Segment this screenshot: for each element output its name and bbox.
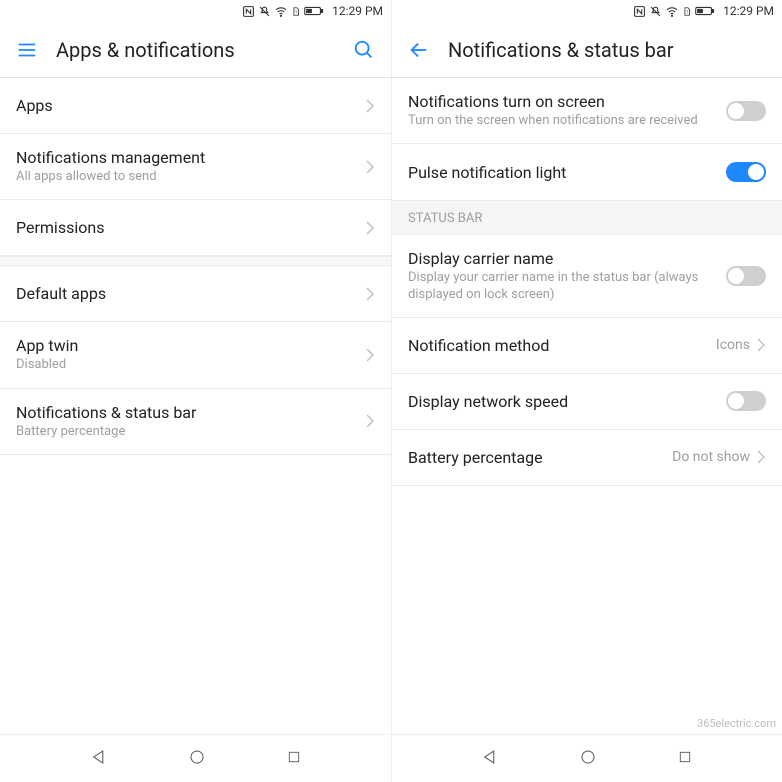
page-title: Apps & notifications [56, 38, 335, 62]
chevron-right-icon [756, 337, 766, 353]
toggle-pulse-light[interactable] [726, 162, 766, 182]
mute-icon [258, 5, 271, 18]
sim-icon: 1 [682, 5, 692, 18]
row-label: Display network speed [408, 392, 726, 411]
row-label: Notification method [408, 336, 716, 355]
mute-icon [649, 5, 662, 18]
back-button[interactable] [408, 39, 430, 61]
row-value: Icons [716, 337, 750, 353]
row-label: Battery percentage [408, 448, 672, 467]
page-title: Notifications & status bar [448, 38, 766, 62]
nav-bar [392, 734, 782, 782]
app-bar: Apps & notifications [0, 22, 391, 78]
screen-notifications-status-bar: 1 12:29 PM Notifications & status bar No… [391, 0, 782, 782]
row-label: Apps [16, 96, 365, 115]
toggle-network-speed[interactable] [726, 391, 766, 411]
row-value: Do not show [672, 449, 750, 465]
row-sublabel: Battery percentage [16, 424, 365, 440]
square-recent-icon [677, 749, 693, 765]
row-turn-on-screen[interactable]: Notifications turn on screen Turn on the… [392, 78, 782, 144]
row-sublabel: Display your carrier name in the status … [408, 270, 726, 303]
status-time: 12:29 PM [332, 4, 383, 18]
chevron-right-icon [365, 159, 375, 175]
settings-list: Notifications turn on screen Turn on the… [392, 78, 782, 734]
svg-text:1: 1 [295, 10, 297, 15]
svg-text:1: 1 [686, 10, 688, 15]
app-bar: Notifications & status bar [392, 22, 782, 78]
toggle-display-carrier[interactable] [726, 266, 766, 286]
screen-apps-notifications: 1 12:29 PM Apps & notifications Apps Not… [0, 0, 391, 782]
battery-icon [304, 5, 324, 17]
row-network-speed[interactable]: Display network speed [392, 374, 782, 430]
wifi-icon [665, 5, 679, 18]
section-divider [0, 256, 391, 266]
settings-list: Apps Notifications management All apps a… [0, 78, 391, 734]
watermark: 365electric.com [697, 717, 776, 730]
row-label: Default apps [16, 284, 365, 303]
menu-button[interactable] [16, 39, 38, 61]
chevron-right-icon [365, 413, 375, 429]
row-label: Notifications management [16, 148, 365, 167]
row-notifications-management[interactable]: Notifications management All apps allowe… [0, 134, 391, 200]
nfc-icon [242, 5, 255, 18]
row-label: Permissions [16, 218, 365, 237]
chevron-right-icon [365, 220, 375, 236]
arrow-left-icon [408, 39, 430, 61]
status-time: 12:29 PM [723, 4, 774, 18]
search-icon [353, 39, 375, 61]
chevron-right-icon [365, 98, 375, 114]
battery-icon [695, 5, 715, 17]
nav-home[interactable] [579, 748, 597, 770]
status-bar: 1 12:29 PM [0, 0, 391, 22]
chevron-right-icon [365, 286, 375, 302]
row-pulse-light[interactable]: Pulse notification light [392, 144, 782, 200]
row-label: App twin [16, 336, 365, 355]
nav-recent[interactable] [677, 749, 693, 769]
nav-recent[interactable] [286, 749, 302, 769]
triangle-back-icon [90, 748, 108, 766]
hamburger-icon [16, 39, 38, 61]
triangle-back-icon [481, 748, 499, 766]
row-display-carrier[interactable]: Display carrier name Display your carrie… [392, 235, 782, 318]
row-battery-percentage[interactable]: Battery percentage Do not show [392, 430, 782, 486]
wifi-icon [274, 5, 288, 18]
row-apps[interactable]: Apps [0, 78, 391, 134]
row-sublabel: All apps allowed to send [16, 169, 365, 185]
nav-home[interactable] [188, 748, 206, 770]
row-notifications-status-bar[interactable]: Notifications & status bar Battery perce… [0, 389, 391, 455]
row-default-apps[interactable]: Default apps [0, 266, 391, 322]
row-permissions[interactable]: Permissions [0, 200, 391, 256]
row-label: Notifications turn on screen [408, 92, 726, 111]
row-sublabel: Turn on the screen when notifications ar… [408, 113, 726, 129]
section-header-status-bar: STATUS BAR [392, 200, 782, 235]
chevron-right-icon [365, 347, 375, 363]
row-notification-method[interactable]: Notification method Icons [392, 318, 782, 374]
nav-back[interactable] [90, 748, 108, 770]
circle-home-icon [188, 748, 206, 766]
toggle-turn-on-screen[interactable] [726, 101, 766, 121]
nav-bar [0, 734, 391, 782]
circle-home-icon [579, 748, 597, 766]
square-recent-icon [286, 749, 302, 765]
nav-back[interactable] [481, 748, 499, 770]
status-bar: 1 12:29 PM [392, 0, 782, 22]
search-button[interactable] [353, 39, 375, 61]
row-app-twin[interactable]: App twin Disabled [0, 322, 391, 388]
row-label: Pulse notification light [408, 163, 726, 182]
chevron-right-icon [756, 449, 766, 465]
nfc-icon [633, 5, 646, 18]
sim-icon: 1 [291, 5, 301, 18]
row-sublabel: Disabled [16, 357, 365, 373]
row-label: Display carrier name [408, 249, 726, 268]
row-label: Notifications & status bar [16, 403, 365, 422]
